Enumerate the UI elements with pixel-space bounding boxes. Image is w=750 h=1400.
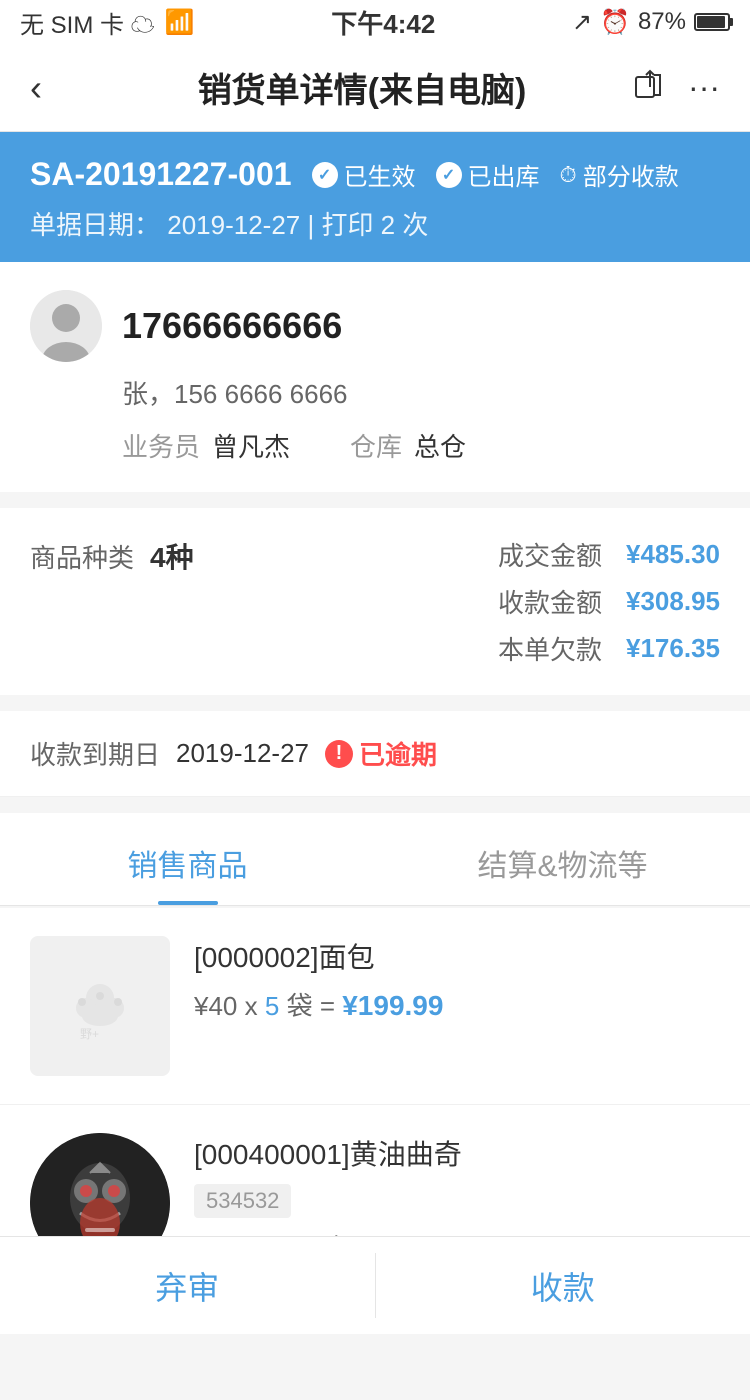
overdue-text: 已逾期 <box>359 735 437 772</box>
product-name-2: [000400001]黄油曲奇 <box>194 1133 720 1173</box>
status-bar: 无 SIM 卡 ☁ 📶 下午4:42 ↗ ⏰ 87% <box>0 0 750 44</box>
location-icon: ↗ <box>572 8 592 37</box>
received-value: ¥308.95 <box>626 586 720 617</box>
customer-meta: 业务员 曾凡杰 仓库 总仓 <box>122 427 720 464</box>
wifi-icon: 📶 <box>165 8 195 37</box>
battery-label: 87% <box>638 8 686 36</box>
received-label: 收款金额 <box>498 583 602 620</box>
customer-phone: 17666666666 <box>122 305 342 347</box>
back-button[interactable]: ‹ <box>30 67 90 109</box>
order-id: SA-20191227-001 <box>30 156 292 193</box>
status-shipped: ✓ 已出库 <box>436 157 540 192</box>
tab-settlement[interactable]: 结算&物流等 <box>375 813 750 905</box>
overdue-dot-icon: ! <box>325 740 353 768</box>
status-right: ↗ ⏰ 87% <box>572 8 730 37</box>
cancel-review-button[interactable]: 弃审 <box>0 1237 375 1334</box>
sim-label: 无 SIM 卡 ☁ <box>20 5 155 40</box>
due-label: 收款到期日 <box>30 735 160 772</box>
warehouse-value: 总仓 <box>414 427 466 464</box>
product-sku-2: 534532 <box>194 1184 291 1218</box>
price-x-1: x <box>245 991 265 1021</box>
owe-row: 本单欠款 ¥176.35 <box>498 630 720 667</box>
warehouse-item: 仓库 总仓 <box>350 427 466 464</box>
battery-icon <box>694 13 730 31</box>
status-partial: ⏱ 部分收款 <box>560 157 679 192</box>
due-date-value: 2019-12-27 <box>176 738 309 769</box>
check-icon-2: ✓ <box>436 162 462 188</box>
quantity-1: 5 <box>265 991 279 1021</box>
owe-label: 本单欠款 <box>498 630 602 667</box>
more-icon[interactable]: ··· <box>688 69 720 106</box>
amount-label: 成交金额 <box>498 536 602 573</box>
print-info: | 打印 2 次 <box>307 210 428 240</box>
avatar <box>30 290 102 362</box>
stats-right: 成交金额 ¥485.30 收款金额 ¥308.95 本单欠款 ¥176.35 <box>498 536 720 667</box>
order-date: 2019-12-27 <box>167 210 300 240</box>
share-icon[interactable] <box>634 69 664 106</box>
nav-actions: ··· <box>634 69 720 106</box>
category-count: 4种 <box>150 536 194 576</box>
salesperson-value: 曾凡杰 <box>212 427 290 464</box>
customer-row: 17666666666 <box>30 290 720 362</box>
clock-icon: ⏱ <box>560 162 577 188</box>
customer-section: 17666666666 张，156 6666 6666 业务员 曾凡杰 仓库 总… <box>0 262 750 492</box>
order-id-row: SA-20191227-001 ✓ 已生效 ✓ 已出库 ⏱ 部分收款 <box>30 156 720 193</box>
product-price-1: ¥40 x 5 袋 = ¥199.99 <box>194 986 720 1023</box>
check-icon-1: ✓ <box>312 162 338 188</box>
price-unit-1: ¥40 <box>194 991 237 1021</box>
customer-name-info: 张，156 6666 6666 <box>122 374 720 411</box>
order-date-row: 单据日期： 2019-12-27 | 打印 2 次 <box>30 205 720 242</box>
category-label: 商品种类 <box>30 538 134 575</box>
date-label: 单据日期： <box>30 210 160 240</box>
owe-value: ¥176.35 <box>626 633 720 664</box>
product-item: 野+ [0000002]面包 ¥40 x 5 袋 = ¥199.99 <box>0 908 750 1105</box>
page-title: 销货单详情(来自电脑) <box>198 63 527 112</box>
bottom-bar: 弃审 收款 <box>0 1236 750 1334</box>
order-header: SA-20191227-001 ✓ 已生效 ✓ 已出库 ⏱ 部分收款 单据日期：… <box>0 132 750 262</box>
status-time: 下午4:42 <box>331 4 435 41</box>
collect-button[interactable]: 收款 <box>376 1237 750 1334</box>
amount-value: ¥485.30 <box>626 539 720 570</box>
unit-1: 袋 <box>287 991 313 1021</box>
tab-products[interactable]: 销售商品 <box>0 813 375 905</box>
amount-row: 成交金额 ¥485.30 <box>498 536 720 573</box>
product-info-1: [0000002]面包 ¥40 x 5 袋 = ¥199.99 <box>194 936 720 1023</box>
status-left: 无 SIM 卡 ☁ 📶 <box>20 5 195 40</box>
overdue-badge: ! 已逾期 <box>325 735 437 772</box>
warehouse-label: 仓库 <box>350 427 402 464</box>
salesperson-item: 业务员 曾凡杰 <box>122 427 290 464</box>
tabs-container: 销售商品 结算&物流等 <box>0 813 750 906</box>
eq-1: = <box>320 991 342 1021</box>
status-effected: ✓ 已生效 <box>312 157 416 192</box>
due-section: 收款到期日 2019-12-27 ! 已逾期 <box>0 711 750 797</box>
svg-text:野+: 野+ <box>80 1027 99 1041</box>
stats-section: 商品种类 4种 成交金额 ¥485.30 收款金额 ¥308.95 本单欠款 ¥… <box>0 508 750 695</box>
alarm-icon: ⏰ <box>600 8 630 37</box>
salesperson-label: 业务员 <box>122 427 200 464</box>
product-name-1: [0000002]面包 <box>194 936 720 976</box>
product-image-1: 野+ <box>30 936 170 1076</box>
nav-bar: ‹ 销货单详情(来自电脑) ··· <box>0 44 750 132</box>
stats-left: 商品种类 4种 <box>30 536 194 576</box>
received-row: 收款金额 ¥308.95 <box>498 583 720 620</box>
total-1: ¥199.99 <box>342 990 443 1021</box>
